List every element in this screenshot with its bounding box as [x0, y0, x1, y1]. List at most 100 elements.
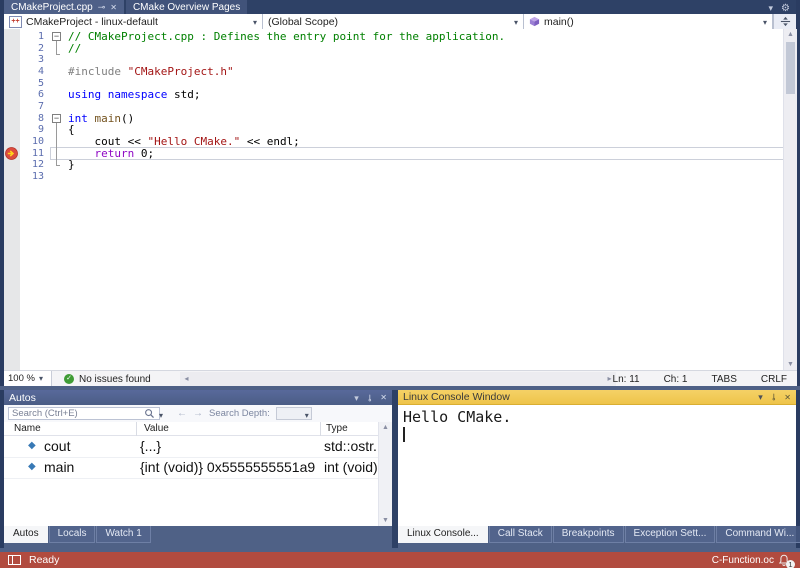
line-ending-indicator[interactable]: CRLF — [761, 374, 787, 385]
fold-collapse-icon[interactable] — [52, 32, 61, 41]
search-back-icon[interactable] — [177, 409, 187, 419]
scroll-up-icon[interactable] — [379, 422, 392, 433]
search-icon[interactable] — [144, 408, 155, 419]
line-number: 12 — [32, 159, 44, 171]
autos-title-bar[interactable]: Autos — [4, 390, 392, 405]
close-icon[interactable] — [380, 392, 387, 403]
autos-vertical-scrollbar[interactable] — [378, 422, 392, 526]
line-number-gutter: 1 2 3 4 5 6 7 8 9 10 11 12 13 — [20, 29, 50, 370]
tab-locals[interactable]: Locals — [49, 526, 96, 543]
search-options-chevron-icon[interactable] — [159, 405, 163, 423]
project-dropdown[interactable]: ++ CMakeProject - linux-default — [4, 14, 263, 29]
close-icon[interactable] — [110, 2, 117, 13]
watch-rows: cout {...} std::ostr... main {int (void)… — [4, 436, 379, 526]
chevron-down-icon — [514, 16, 518, 28]
current-statement-breakpoint-icon[interactable] — [5, 147, 18, 160]
column-header-name[interactable]: Name — [14, 423, 41, 434]
tab-breakpoints[interactable]: Breakpoints — [553, 526, 624, 543]
code-line-6: using namespace std; — [68, 89, 200, 101]
zoom-control[interactable]: 100 % — [4, 371, 52, 386]
scroll-down-icon[interactable] — [379, 515, 392, 526]
document-well-controls — [769, 0, 797, 14]
member-dropdown-value: main() — [544, 16, 574, 28]
tab-label: CMakeProject.cpp — [11, 2, 93, 13]
column-divider[interactable] — [320, 422, 321, 436]
visual-studio-window: CMakeProject.cpp CMake Overview Pages ++… — [0, 0, 800, 568]
fold-collapse-icon[interactable] — [52, 114, 61, 123]
code-line-8: int main() — [68, 113, 134, 125]
method-cube-icon — [529, 16, 540, 27]
search-input[interactable] — [8, 407, 160, 420]
document-health-indicator[interactable]: No issues found — [64, 372, 151, 386]
pin-icon[interactable] — [98, 2, 106, 12]
member-dropdown[interactable]: main() — [524, 14, 773, 29]
notification-count-badge: 1 — [786, 560, 795, 568]
scope-dropdown[interactable]: (Global Scope) — [263, 14, 524, 29]
tab-linux-console[interactable]: Linux Console... — [398, 526, 488, 543]
search-depth-dropdown[interactable] — [276, 407, 312, 420]
column-indicator[interactable]: Ch: 1 — [664, 374, 688, 385]
console-title-bar[interactable]: Linux Console Window — [398, 390, 796, 405]
search-forward-icon[interactable] — [193, 409, 203, 419]
zoom-value: 100 % — [8, 373, 35, 384]
outline-guide — [56, 41, 57, 54]
bottom-panel-tab-strip: Linux Console... Call Stack Breakpoints … — [398, 526, 796, 548]
scroll-left-icon[interactable] — [180, 372, 193, 386]
column-header-type[interactable]: Type — [326, 423, 348, 434]
variable-value: {...} — [140, 438, 316, 454]
breakpoint-margin[interactable] — [4, 29, 20, 370]
watch-window-tab-strip: Autos Locals Watch 1 — [4, 526, 392, 548]
check-circle-icon — [64, 374, 74, 384]
console-output-area[interactable]: Hello CMake. — [398, 405, 796, 526]
tab-watch-1[interactable]: Watch 1 — [96, 526, 150, 543]
close-icon[interactable] — [784, 392, 791, 403]
autos-search-row: Search Depth: — [4, 405, 392, 422]
editor-horizontal-scrollbar[interactable] — [180, 372, 616, 386]
line-number: 13 — [32, 171, 44, 183]
chevron-down-icon — [305, 405, 309, 423]
tab-autos[interactable]: Autos — [4, 526, 48, 543]
variable-type: std::ostr... — [324, 438, 378, 454]
outline-guide — [56, 123, 57, 165]
notification-bell[interactable]: 1 — [778, 554, 792, 567]
tab-cmake-overview-pages[interactable]: CMake Overview Pages — [126, 0, 247, 14]
tab-command-window[interactable]: Command Wi... — [716, 526, 800, 543]
editor-vertical-scrollbar[interactable] — [783, 29, 797, 370]
tab-exception-settings[interactable]: Exception Sett... — [625, 526, 716, 543]
watch-row-main[interactable]: main {int (void)} 0x5555555551a9 <... in… — [4, 457, 379, 479]
linux-console-window: Linux Console Window Hello CMake. Linux … — [398, 390, 796, 548]
chevron-down-icon — [763, 16, 767, 28]
line-number: 10 — [32, 136, 44, 148]
pin-icon[interactable] — [366, 393, 374, 403]
scroll-up-icon[interactable] — [784, 29, 797, 40]
split-window-button[interactable] — [773, 14, 796, 29]
window-menu-icon[interactable] — [354, 392, 359, 404]
status-panel-icon[interactable] — [8, 555, 21, 565]
variable-name: main — [44, 459, 74, 475]
line-indicator[interactable]: Ln: 11 — [613, 374, 640, 385]
tab-label: CMake Overview Pages — [133, 2, 240, 13]
watch-table-header: Name Value Type — [4, 422, 379, 436]
scroll-down-icon[interactable] — [784, 359, 797, 370]
status-ready-text: Ready — [29, 554, 59, 566]
tabs-indicator[interactable]: TABS — [711, 374, 736, 385]
variable-icon — [28, 461, 36, 472]
scrollbar-thumb[interactable] — [786, 42, 795, 94]
code-editor[interactable]: 1 2 3 4 5 6 7 8 9 10 11 12 13 // CMakePr… — [4, 29, 797, 370]
code-surface[interactable]: // CMakeProject.cpp : Defines the entry … — [50, 29, 784, 370]
autos-body: Search Depth: Name Value Type cout {...}… — [4, 405, 392, 526]
pin-icon[interactable] — [770, 392, 778, 402]
column-header-value[interactable]: Value — [144, 423, 169, 434]
project-dropdown-value: CMakeProject - linux-default — [26, 16, 158, 28]
window-menu-icon[interactable] — [758, 391, 763, 403]
notification-label[interactable]: C-Function.oc — [712, 555, 774, 566]
watch-row-cout[interactable]: cout {...} std::ostr... — [4, 436, 379, 458]
variable-name: cout — [44, 438, 70, 454]
column-divider[interactable] — [136, 422, 137, 436]
tab-cmakeproject-cpp[interactable]: CMakeProject.cpp — [4, 0, 124, 14]
tab-call-stack[interactable]: Call Stack — [489, 526, 552, 543]
editor-navigation-bar: ++ CMakeProject - linux-default (Global … — [4, 14, 796, 29]
line-number: 6 — [38, 89, 44, 101]
scope-dropdown-value: (Global Scope) — [268, 16, 338, 28]
outline-guide — [56, 165, 60, 166]
